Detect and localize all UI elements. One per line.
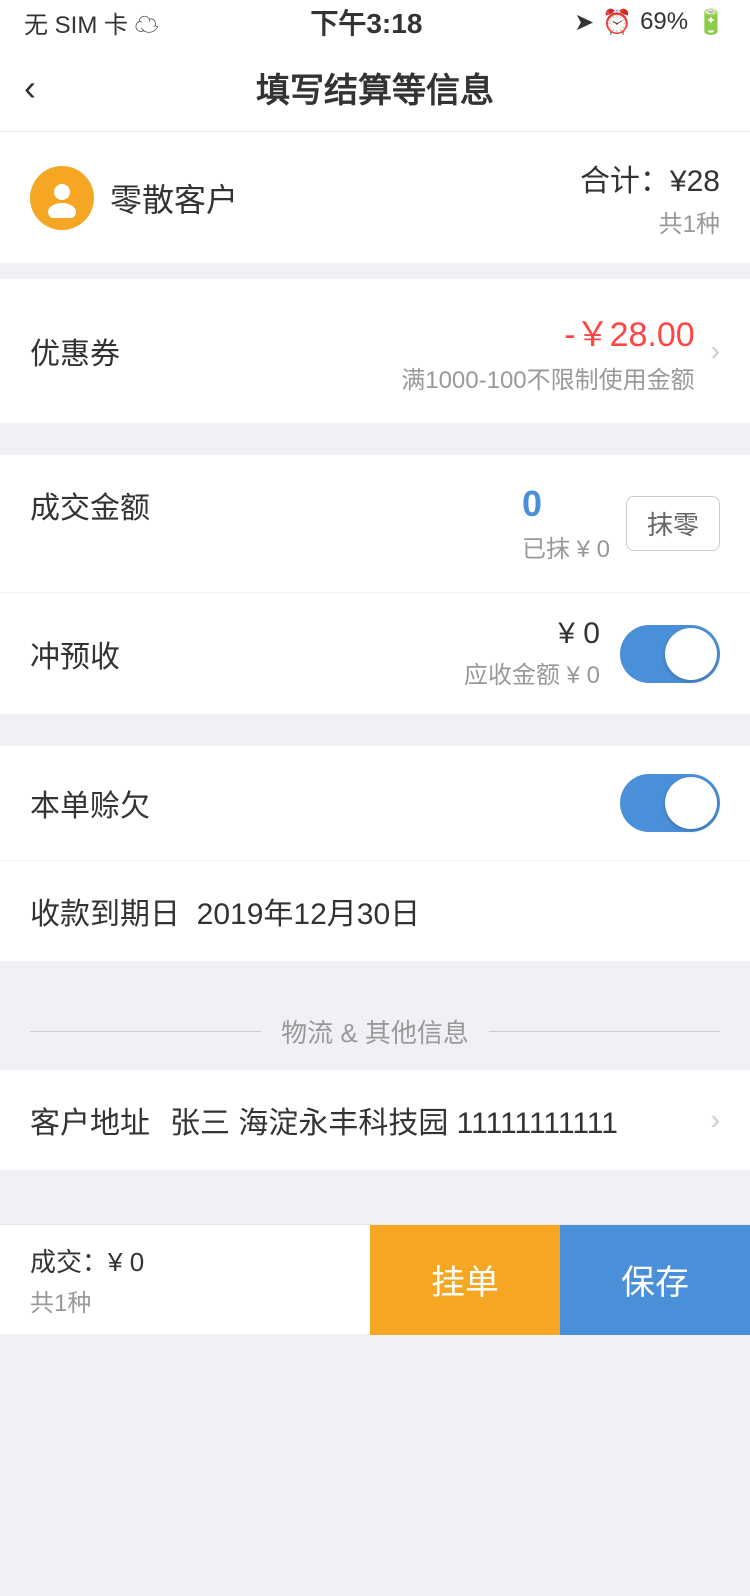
status-left: 无 SIM 卡 ☁ (24, 5, 159, 40)
separator-2 (0, 730, 750, 746)
coupon-section: 优惠券 -￥28.00 满1000-100不限制使用金额 › (0, 279, 750, 423)
toggle-circle (665, 628, 717, 680)
logistics-line-right (489, 1031, 720, 1032)
duedate-row: 收款到期日 2019年12月30日 (0, 860, 750, 961)
battery-icon: 🔋 (696, 8, 726, 37)
customer-left: 零散客户 (30, 166, 238, 230)
address-section: 客户地址 张三 海淀永丰科技园 11111111111 › (0, 1070, 750, 1170)
debt-toggle-circle (665, 777, 717, 829)
save-button[interactable]: 保存 (560, 1225, 750, 1335)
logistics-text: 物流 & 其他信息 (261, 1013, 489, 1050)
separator-1 (0, 439, 750, 455)
customer-right: 合计：¥28 共1种 (580, 156, 720, 239)
transaction-value-wrap: 0 已抹 ¥ 0 (522, 483, 610, 564)
debt-toggle[interactable] (620, 774, 720, 832)
coupon-row[interactable]: 优惠券 -￥28.00 满1000-100不限制使用金额 › (0, 279, 750, 423)
bottom-deal: 成交：¥ 0 (30, 1242, 340, 1279)
bottom-bar: 成交：¥ 0 共1种 挂单 保存 (0, 1224, 750, 1334)
debt-row: 本单赊欠 (0, 746, 750, 860)
transaction-section: 成交金额 0 已抹 ¥ 0 抹零 冲预收 ¥ 0 应收金额 ¥ 0 (0, 455, 750, 714)
address-label: 客户地址 (30, 1098, 150, 1142)
coupon-label: 优惠券 (30, 329, 120, 373)
alarm-icon: ⏰ (602, 8, 632, 37)
debt-section: 本单赊欠 收款到期日 2019年12月30日 (0, 746, 750, 961)
footer-spacer (0, 1486, 750, 1596)
precollect-amounts: ¥ 0 应收金额 ¥ 0 (464, 617, 600, 690)
status-bar: 无 SIM 卡 ☁ 下午3:18 ➤ ⏰ 69% 🔋 (0, 0, 750, 44)
battery-level: 69% (640, 8, 688, 36)
pending-button[interactable]: 挂单 (370, 1225, 560, 1335)
precollect-toggle[interactable] (620, 625, 720, 683)
precollect-right: ¥ 0 应收金额 ¥ 0 (464, 617, 720, 690)
total-amount: 合计：¥28 (580, 156, 720, 200)
transaction-row: 成交金额 0 已抹 ¥ 0 抹零 (0, 455, 750, 593)
transaction-sub: 已抹 ¥ 0 (522, 529, 610, 564)
sim-status: 无 SIM 卡 ☁ (24, 5, 159, 40)
total-count: 共1种 (580, 204, 720, 239)
coupon-value: -￥28.00 满1000-100不限制使用金额 (401, 307, 694, 395)
customer-row: 零散客户 合计：¥28 共1种 (0, 132, 750, 263)
transaction-right: 0 已抹 ¥ 0 抹零 (522, 483, 720, 564)
coupon-amount: -￥28.00 (401, 307, 694, 356)
coupon-chevron-icon: › (711, 335, 720, 367)
logistics-header: 物流 & 其他信息 (0, 993, 750, 1070)
coupon-right: -￥28.00 满1000-100不限制使用金额 › (401, 307, 720, 395)
status-right: ➤ ⏰ 69% 🔋 (574, 8, 726, 37)
nav-bar: ‹ 填写结算等信息 (0, 44, 750, 132)
customer-name: 零散客户 (110, 175, 238, 221)
location-icon: ➤ (574, 8, 594, 37)
debt-label: 本单赊欠 (30, 781, 150, 825)
address-row[interactable]: 客户地址 张三 海淀永丰科技园 11111111111 › (0, 1070, 750, 1170)
precollect-label: 冲预收 (30, 632, 120, 676)
round-button[interactable]: 抹零 (626, 496, 720, 551)
precollect-row: 冲预收 ¥ 0 应收金额 ¥ 0 (0, 593, 750, 714)
back-button[interactable]: ‹ (24, 67, 36, 109)
duedate-label: 收款到期日 2019年12月30日 (30, 898, 420, 931)
status-time: 下午3:18 (310, 2, 422, 42)
coupon-sub: 满1000-100不限制使用金额 (401, 360, 694, 395)
bottom-count: 共1种 (30, 1283, 340, 1318)
bottom-info: 成交：¥ 0 共1种 (0, 1242, 370, 1318)
transaction-value[interactable]: 0 (522, 483, 610, 525)
logistics-line-left (30, 1031, 261, 1032)
precollect-main: ¥ 0 (464, 617, 600, 651)
address-value: 张三 海淀永丰科技园 11111111111 (170, 1098, 711, 1142)
address-chevron-icon: › (711, 1104, 720, 1136)
transaction-label: 成交金额 (30, 483, 150, 527)
customer-section: 零散客户 合计：¥28 共1种 (0, 132, 750, 263)
avatar (30, 166, 94, 230)
precollect-sub: 应收金额 ¥ 0 (464, 655, 600, 690)
page-title: 填写结算等信息 (256, 63, 494, 112)
separator-3 (0, 977, 750, 993)
